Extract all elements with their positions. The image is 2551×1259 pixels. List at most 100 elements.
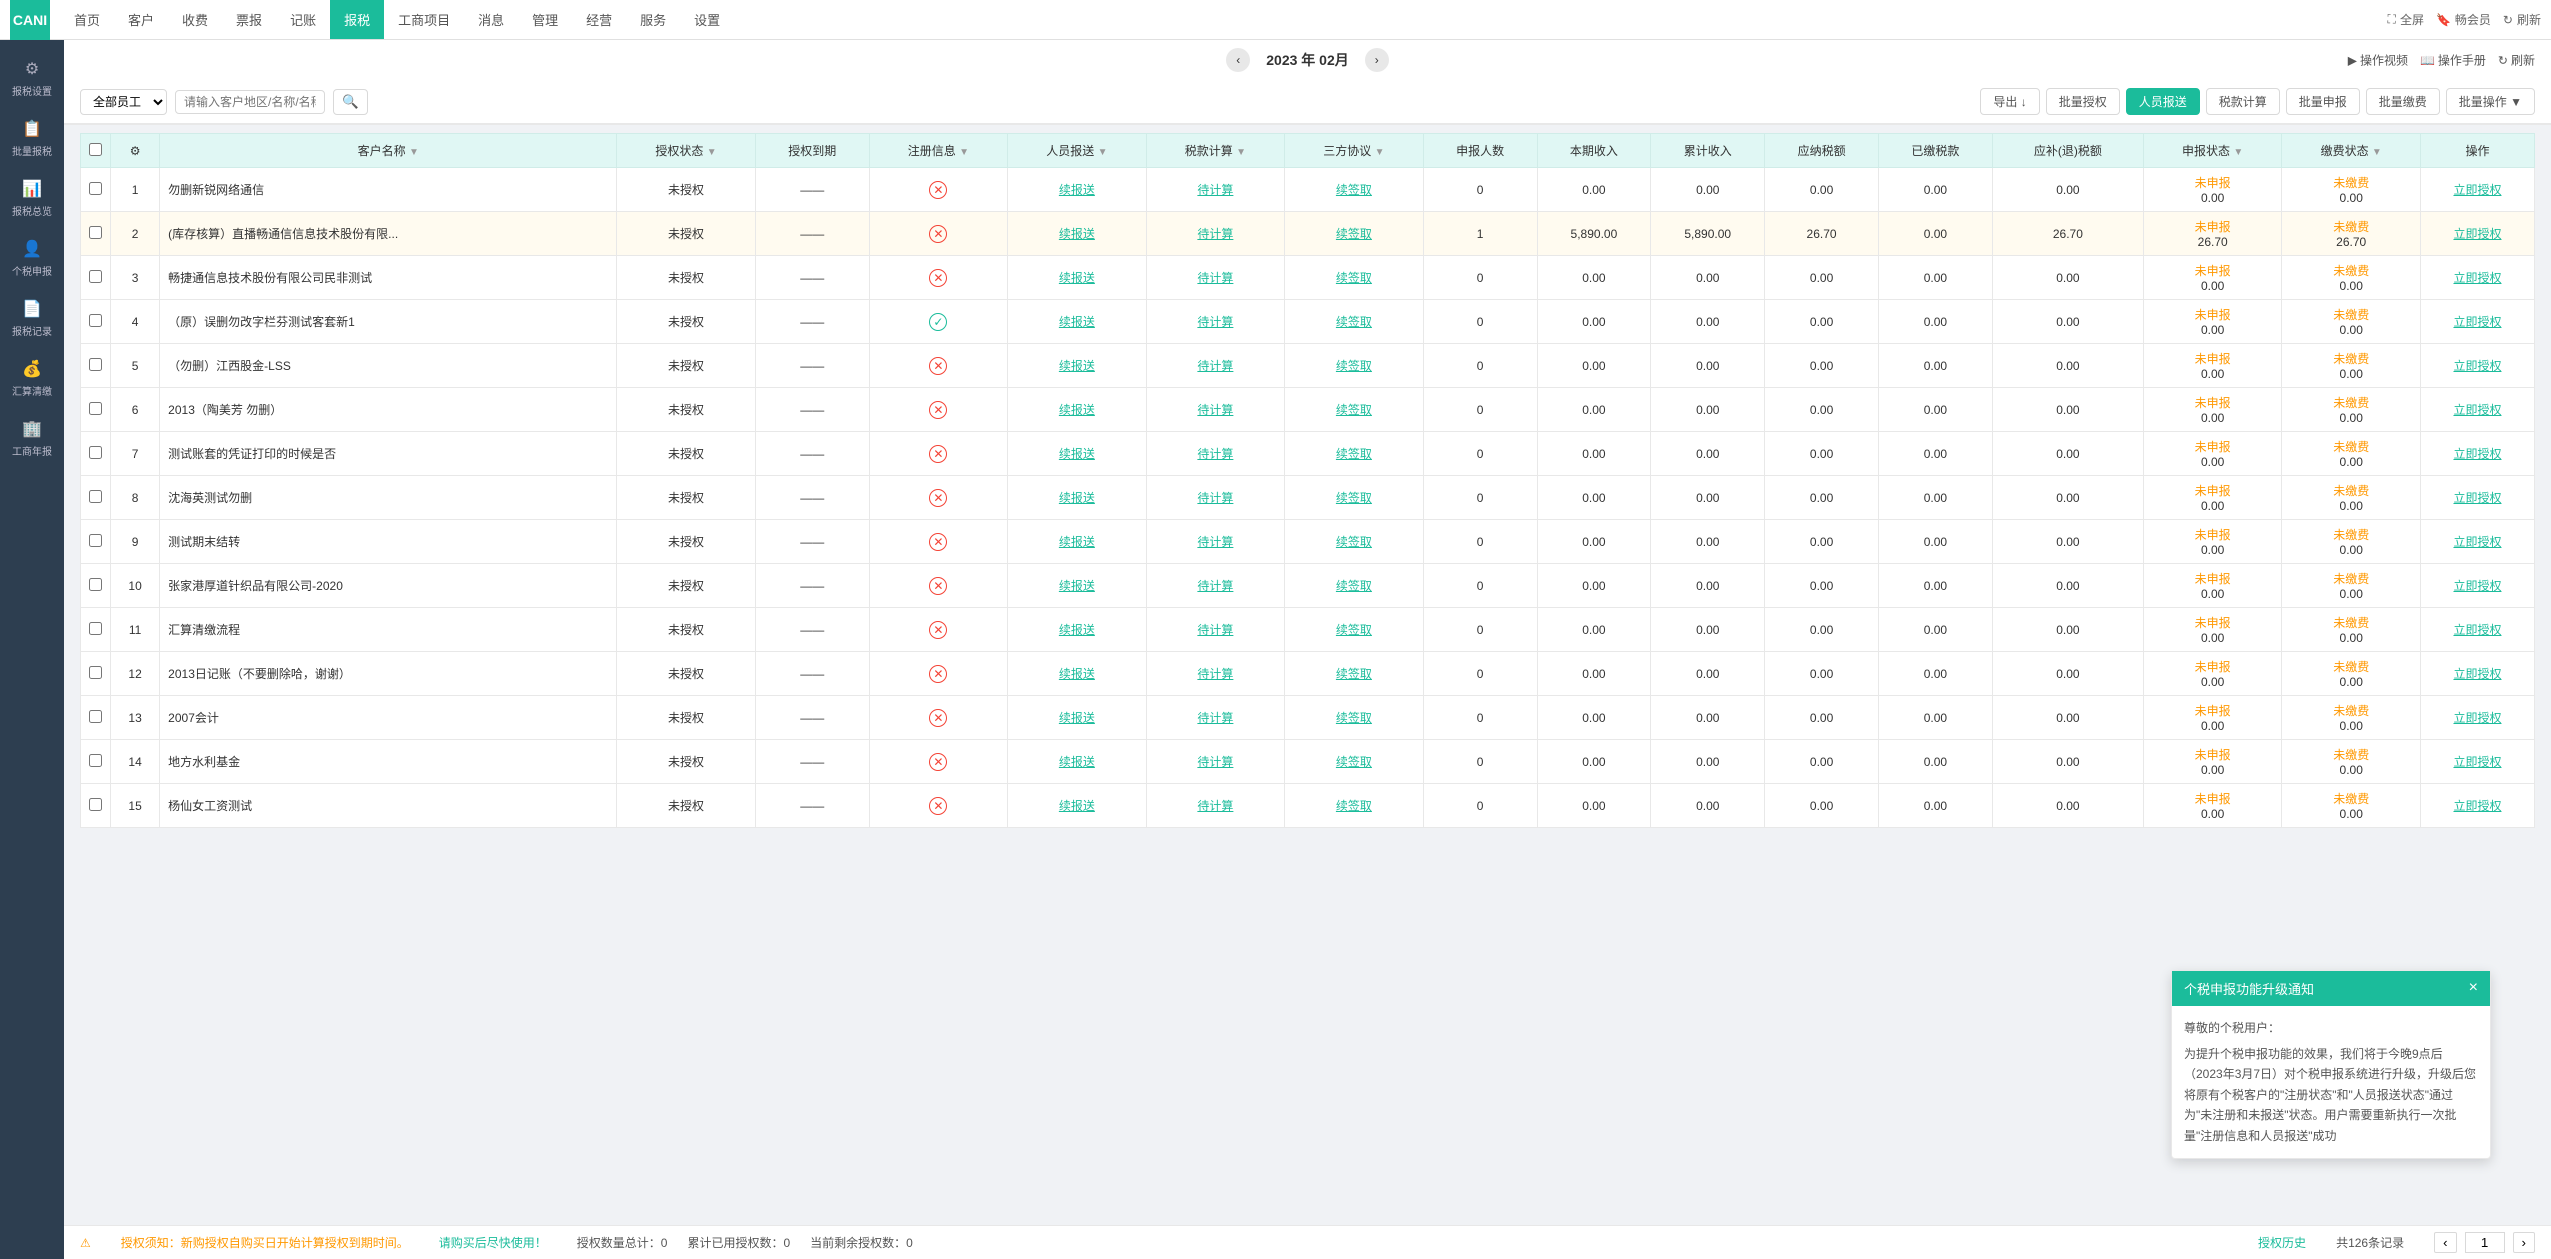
row-tax-calc-cell[interactable]: 待计算	[1146, 388, 1285, 432]
col-header-person_report[interactable]: 人员报送 ▼	[1008, 134, 1147, 168]
action-link[interactable]: 立即授权	[2453, 535, 2501, 549]
col-header-reg_info[interactable]: 注册信息 ▼	[869, 134, 1008, 168]
row-tax-calc-cell[interactable]: 待计算	[1146, 300, 1285, 344]
auth-history-link[interactable]: 授权历史	[2258, 1234, 2306, 1251]
row-action-cell[interactable]: 立即授权	[2420, 476, 2534, 520]
sidebar-item-4[interactable]: 📄报税记录	[0, 288, 64, 348]
row-tax-calc-cell[interactable]: 待计算	[1146, 256, 1285, 300]
toolbar-btn-人员报送[interactable]: 人员报送	[2126, 88, 2200, 115]
nav-item-报税[interactable]: 报税	[330, 0, 384, 39]
action-link[interactable]: 立即授权	[2453, 755, 2501, 769]
top-action-操作视频[interactable]: ▶操作视频	[2348, 52, 2408, 69]
action-link[interactable]: 立即授权	[2453, 227, 2501, 241]
row-checkbox[interactable]	[89, 666, 102, 679]
col-header-name[interactable]: 客户名称 ▼	[160, 134, 617, 168]
toolbar-btn-批量申报[interactable]: 批量申报	[2286, 88, 2360, 115]
notification-close-btn[interactable]: ×	[2469, 979, 2478, 997]
tax-calc-link[interactable]: 待计算	[1197, 623, 1233, 637]
row-person-report-cell[interactable]: 续报送	[1008, 652, 1147, 696]
triparty-link[interactable]: 续签取	[1336, 623, 1372, 637]
nav-item-消息[interactable]: 消息	[464, 0, 518, 39]
next-page-btn[interactable]: ›	[2513, 1232, 2535, 1253]
employee-filter-select[interactable]: 全部员工	[80, 89, 167, 115]
row-tax-calc-cell[interactable]: 待计算	[1146, 784, 1285, 828]
col-header-triparty[interactable]: 三方协议 ▼	[1285, 134, 1424, 168]
action-link[interactable]: 立即授权	[2453, 403, 2501, 417]
nav-item-收费[interactable]: 收费	[168, 0, 222, 39]
tax-calc-link[interactable]: 待计算	[1197, 799, 1233, 813]
col-header-pay_status[interactable]: 缴费状态 ▼	[2282, 134, 2421, 168]
sidebar-item-3[interactable]: 👤个税申报	[0, 228, 64, 288]
tax-calc-link[interactable]: 待计算	[1197, 403, 1233, 417]
toolbar-btn-导出[interactable]: 导出 ↓	[1980, 88, 2039, 115]
row-checkbox[interactable]	[89, 402, 102, 415]
triparty-link[interactable]: 续签取	[1336, 491, 1372, 505]
page-input[interactable]	[2465, 1232, 2505, 1253]
row-triparty-cell[interactable]: 续签取	[1285, 212, 1424, 256]
row-checkbox[interactable]	[89, 182, 102, 195]
person-report-link[interactable]: 续报送	[1059, 579, 1095, 593]
prev-page-btn[interactable]: ‹	[2434, 1232, 2456, 1253]
row-checkbox[interactable]	[89, 578, 102, 591]
action-link[interactable]: 立即授权	[2453, 447, 2501, 461]
search-input[interactable]	[175, 90, 325, 114]
person-report-link[interactable]: 续报送	[1059, 227, 1095, 241]
row-checkbox[interactable]	[89, 270, 102, 283]
nav-item-首页[interactable]: 首页	[60, 0, 114, 39]
row-triparty-cell[interactable]: 续签取	[1285, 784, 1424, 828]
action-link[interactable]: 立即授权	[2453, 491, 2501, 505]
tax-calc-link[interactable]: 待计算	[1197, 579, 1233, 593]
person-report-link[interactable]: 续报送	[1059, 271, 1095, 285]
row-person-report-cell[interactable]: 续报送	[1008, 300, 1147, 344]
triparty-link[interactable]: 续签取	[1336, 183, 1372, 197]
row-person-report-cell[interactable]: 续报送	[1008, 520, 1147, 564]
col-header-declare_status[interactable]: 申报状态 ▼	[2143, 134, 2282, 168]
action-link[interactable]: 立即授权	[2453, 359, 2501, 373]
select-all-checkbox[interactable]	[89, 143, 102, 156]
row-tax-calc-cell[interactable]: 待计算	[1146, 344, 1285, 388]
search-button[interactable]: 🔍	[333, 89, 368, 115]
row-action-cell[interactable]: 立即授权	[2420, 564, 2534, 608]
action-link[interactable]: 立即授权	[2453, 183, 2501, 197]
row-triparty-cell[interactable]: 续签取	[1285, 476, 1424, 520]
row-triparty-cell[interactable]: 续签取	[1285, 168, 1424, 212]
row-checkbox[interactable]	[89, 490, 102, 503]
row-person-report-cell[interactable]: 续报送	[1008, 212, 1147, 256]
action-link[interactable]: 立即授权	[2453, 623, 2501, 637]
row-tax-calc-cell[interactable]: 待计算	[1146, 564, 1285, 608]
auth-link[interactable]: 请购买后尽快使用！	[439, 1234, 547, 1251]
row-action-cell[interactable]: 立即授权	[2420, 256, 2534, 300]
prev-month-btn[interactable]: ‹	[1226, 48, 1250, 72]
row-person-report-cell[interactable]: 续报送	[1008, 608, 1147, 652]
col-header-auth_status[interactable]: 授权状态 ▼	[617, 134, 756, 168]
toolbar-btn-批量缴费[interactable]: 批量缴费	[2366, 88, 2440, 115]
row-checkbox[interactable]	[89, 622, 102, 635]
nav-item-经营[interactable]: 经营	[572, 0, 626, 39]
row-person-report-cell[interactable]: 续报送	[1008, 256, 1147, 300]
row-action-cell[interactable]: 立即授权	[2420, 344, 2534, 388]
tax-calc-link[interactable]: 待计算	[1197, 271, 1233, 285]
person-report-link[interactable]: 续报送	[1059, 491, 1095, 505]
row-action-cell[interactable]: 立即授权	[2420, 168, 2534, 212]
nav-right-畅会员[interactable]: 🔖畅会员	[2436, 11, 2491, 28]
row-action-cell[interactable]: 立即授权	[2420, 520, 2534, 564]
toolbar-btn-批量授权[interactable]: 批量授权	[2046, 88, 2120, 115]
person-report-link[interactable]: 续报送	[1059, 315, 1095, 329]
triparty-link[interactable]: 续签取	[1336, 359, 1372, 373]
sidebar-item-0[interactable]: ⚙报税设置	[0, 48, 64, 108]
row-tax-calc-cell[interactable]: 待计算	[1146, 476, 1285, 520]
tax-calc-link[interactable]: 待计算	[1197, 227, 1233, 241]
tax-calc-link[interactable]: 待计算	[1197, 755, 1233, 769]
col-header-tax_calc[interactable]: 税款计算 ▼	[1146, 134, 1285, 168]
action-link[interactable]: 立即授权	[2453, 799, 2501, 813]
row-action-cell[interactable]: 立即授权	[2420, 432, 2534, 476]
tax-calc-link[interactable]: 待计算	[1197, 667, 1233, 681]
person-report-link[interactable]: 续报送	[1059, 799, 1095, 813]
row-action-cell[interactable]: 立即授权	[2420, 784, 2534, 828]
person-report-link[interactable]: 续报送	[1059, 667, 1095, 681]
sidebar-item-5[interactable]: 💰汇算清缴	[0, 348, 64, 408]
row-checkbox[interactable]	[89, 446, 102, 459]
tax-calc-link[interactable]: 待计算	[1197, 447, 1233, 461]
action-link[interactable]: 立即授权	[2453, 711, 2501, 725]
row-checkbox[interactable]	[89, 534, 102, 547]
